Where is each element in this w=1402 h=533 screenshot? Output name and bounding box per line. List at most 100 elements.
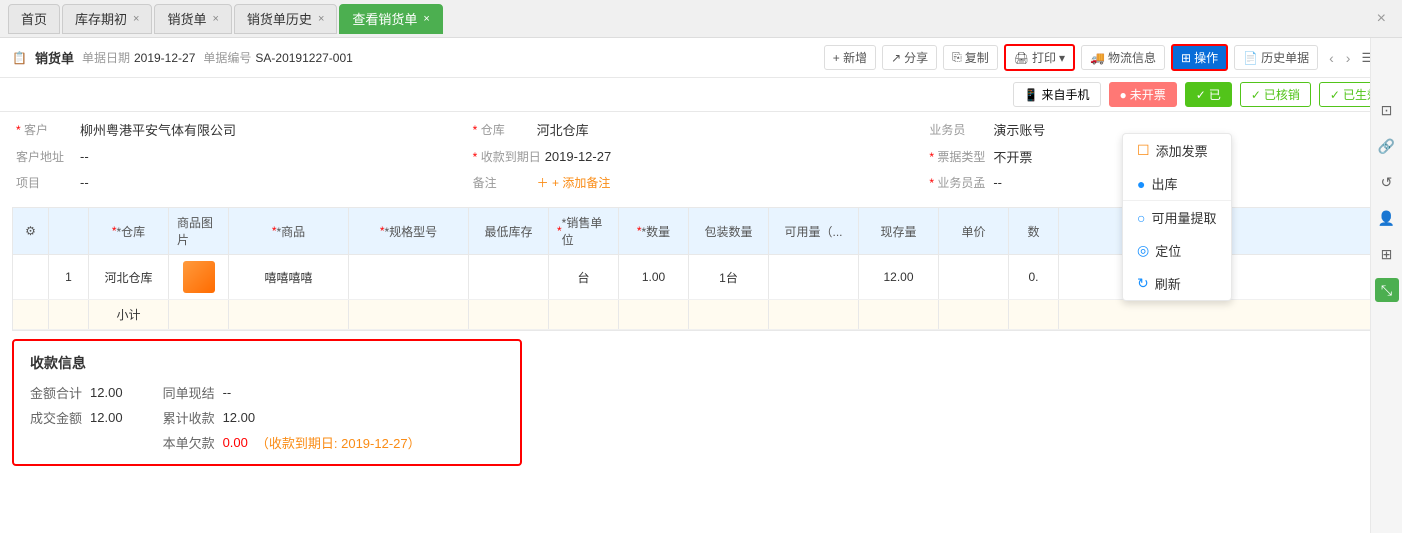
cumulative-label: 累计收款 bbox=[163, 408, 215, 427]
cancelled-button[interactable]: ✓ 已核销 bbox=[1240, 82, 1311, 107]
window-close-button[interactable]: × bbox=[1369, 10, 1394, 28]
payment-total: 金额合计 12.00 bbox=[30, 383, 123, 402]
settings-col-header[interactable]: ⚙ bbox=[13, 208, 49, 254]
payment-owed: 本单欠款 0.00 （收款到期日: 2019-12-27） bbox=[163, 433, 421, 452]
payment-title: 收款信息 bbox=[30, 353, 504, 373]
phone-button[interactable]: 📱 来自手机 bbox=[1013, 82, 1101, 107]
tab-sales-history[interactable]: 销货单历史 × bbox=[234, 4, 337, 34]
price-col-header: 单价 bbox=[939, 208, 1009, 254]
tab-inventory[interactable]: 库存期初 × bbox=[62, 4, 152, 34]
dropdown-refresh[interactable]: ↻ 刷新 bbox=[1123, 267, 1231, 300]
due-date-field: 收款到期日 2019-12-27 bbox=[473, 148, 930, 165]
payment-col-left: 金额合计 12.00 成交金额 12.00 bbox=[30, 383, 123, 452]
product-image bbox=[183, 261, 215, 293]
check-button[interactable]: ✓ 已 bbox=[1185, 82, 1232, 107]
staff-value: 演示账号 bbox=[993, 120, 1045, 139]
sidebar-icon-2[interactable]: 🔗 bbox=[1375, 134, 1399, 158]
tab-view-sales[interactable]: 查看销货单 × bbox=[339, 4, 442, 34]
sidebar-icon-1[interactable]: ⊡ bbox=[1375, 98, 1399, 122]
sidebar-icon-expand[interactable]: ⤡ bbox=[1375, 278, 1399, 302]
tab-close-inventory[interactable]: × bbox=[133, 13, 139, 25]
row-avail bbox=[769, 255, 859, 299]
staff-label: 业务员 bbox=[929, 121, 989, 138]
dropdown-add-invoice[interactable]: ☐ 添加发票 bbox=[1123, 134, 1231, 167]
copy-button[interactable]: ⎘ 复制 bbox=[943, 45, 998, 70]
share-button[interactable]: ↗ 分享 bbox=[882, 45, 937, 70]
prev-button[interactable]: ‹ bbox=[1324, 48, 1339, 68]
status-row: 📱 来自手机 ● 未开票 ✓ 已 ✓ 已核销 ✓ 已生效 bbox=[0, 78, 1402, 112]
subtotal-pack bbox=[689, 300, 769, 329]
row-img bbox=[169, 255, 229, 299]
subtotal-avail bbox=[769, 300, 859, 329]
row-warehouse: 河北仓库 bbox=[89, 255, 169, 299]
doc-date-field: 单据日期 2019-12-27 bbox=[82, 49, 195, 66]
history-icon: 📄 bbox=[1243, 51, 1258, 65]
invoice-icon: ☐ bbox=[1137, 142, 1150, 159]
doc-icon: 📋 bbox=[12, 51, 27, 65]
print-button[interactable]: 🖨 打印 ▾ bbox=[1004, 44, 1075, 71]
warehouse-value: 河北仓库 bbox=[537, 120, 589, 139]
table-subtotal-row: 小计 bbox=[13, 300, 1389, 330]
toolbar-actions: + 新增 ↗ 分享 ⎘ 复制 🖨 打印 ▾ 🚚 物流信息 bbox=[824, 44, 1390, 71]
tab-close-sales-history[interactable]: × bbox=[318, 13, 324, 25]
available-icon: ○ bbox=[1137, 210, 1145, 226]
number-value: SA-20191227-001 bbox=[255, 51, 352, 65]
owed-label: 本单欠款 bbox=[163, 433, 215, 452]
staff2-label: 业务员孟 bbox=[929, 174, 989, 191]
new-button[interactable]: + 新增 bbox=[824, 45, 876, 70]
current-col-header: 现存量 bbox=[859, 208, 939, 254]
deal-value: 12.00 bbox=[90, 410, 123, 425]
dropdown-locate[interactable]: ◎ 定位 bbox=[1123, 234, 1231, 267]
doc-number-field: 单据编号 SA-20191227-001 bbox=[203, 49, 352, 66]
tab-close-view-sales[interactable]: × bbox=[423, 13, 429, 25]
row-pack: 1台 bbox=[689, 255, 769, 299]
amt-col-header: 数 bbox=[1009, 208, 1059, 254]
payment-same-order: 同单现结 -- bbox=[163, 383, 421, 402]
subtotal-img bbox=[169, 300, 229, 329]
dropdown-available-qty[interactable]: ○ 可用量提取 bbox=[1123, 201, 1231, 234]
refresh-label: 刷新 bbox=[1155, 274, 1181, 293]
tab-home[interactable]: 首页 bbox=[8, 4, 60, 34]
img-col-header: 商品图片 bbox=[169, 208, 229, 254]
sidebar-icon-5[interactable]: ⊞ bbox=[1375, 242, 1399, 266]
customer-value: 柳州粤港平安气体有限公司 bbox=[80, 120, 236, 139]
due-date-label: 收款到期日 bbox=[473, 148, 541, 165]
payment-deal: 成交金额 12.00 bbox=[30, 408, 123, 427]
tab-sales[interactable]: 销货单 × bbox=[154, 4, 231, 34]
circle-icon: ● bbox=[1120, 88, 1127, 102]
row-settings[interactable] bbox=[13, 255, 49, 299]
unopened-button[interactable]: ● 未开票 bbox=[1109, 82, 1177, 107]
deal-label: 成交金额 bbox=[30, 408, 82, 427]
subtotal-unit bbox=[549, 300, 619, 329]
locate-label: 定位 bbox=[1155, 241, 1181, 260]
warehouse-field: 仓库 河北仓库 bbox=[473, 120, 930, 139]
print-icon: 🖨 bbox=[1014, 51, 1029, 65]
same-order-label: 同单现结 bbox=[163, 383, 215, 402]
history-button[interactable]: 📄 历史单据 bbox=[1234, 45, 1318, 70]
sidebar-icon-3[interactable]: ↺ bbox=[1375, 170, 1399, 194]
operate-button[interactable]: ⊞ 操作 bbox=[1171, 44, 1228, 71]
logistics-button[interactable]: 🚚 物流信息 bbox=[1081, 45, 1165, 70]
logistics-icon: 🚚 bbox=[1090, 51, 1105, 65]
add-invoice-label: 添加发票 bbox=[1156, 141, 1208, 160]
address-value: -- bbox=[80, 149, 89, 164]
check2-icon: ✓ bbox=[1251, 88, 1261, 102]
add-note-button[interactable]: ＋ + 添加备注 bbox=[537, 174, 611, 191]
tab-close-sales[interactable]: × bbox=[212, 13, 218, 25]
project-field: 项目 -- bbox=[16, 174, 473, 191]
staff2-value: -- bbox=[993, 175, 1002, 190]
row-spec bbox=[349, 255, 469, 299]
row-current: 12.00 bbox=[859, 255, 939, 299]
sidebar-icon-4[interactable]: 👤 bbox=[1375, 206, 1399, 230]
grid-icon: ⊞ bbox=[1181, 51, 1191, 65]
tab-bar: 首页 库存期初 × 销货单 × 销货单历史 × 查看销货单 × × bbox=[0, 0, 1402, 38]
product-col-header: *商品 bbox=[229, 208, 349, 254]
row-minstock bbox=[469, 255, 549, 299]
unit-col-header: *销售单位 bbox=[549, 208, 619, 254]
dropdown-outbound[interactable]: ● 出库 bbox=[1123, 167, 1231, 200]
same-order-value: -- bbox=[223, 385, 232, 400]
row-qty: 1.00 bbox=[619, 255, 689, 299]
customer-label: 客户 bbox=[16, 121, 76, 138]
copy-icon: ⎘ bbox=[952, 50, 962, 65]
next-button[interactable]: › bbox=[1341, 48, 1356, 68]
